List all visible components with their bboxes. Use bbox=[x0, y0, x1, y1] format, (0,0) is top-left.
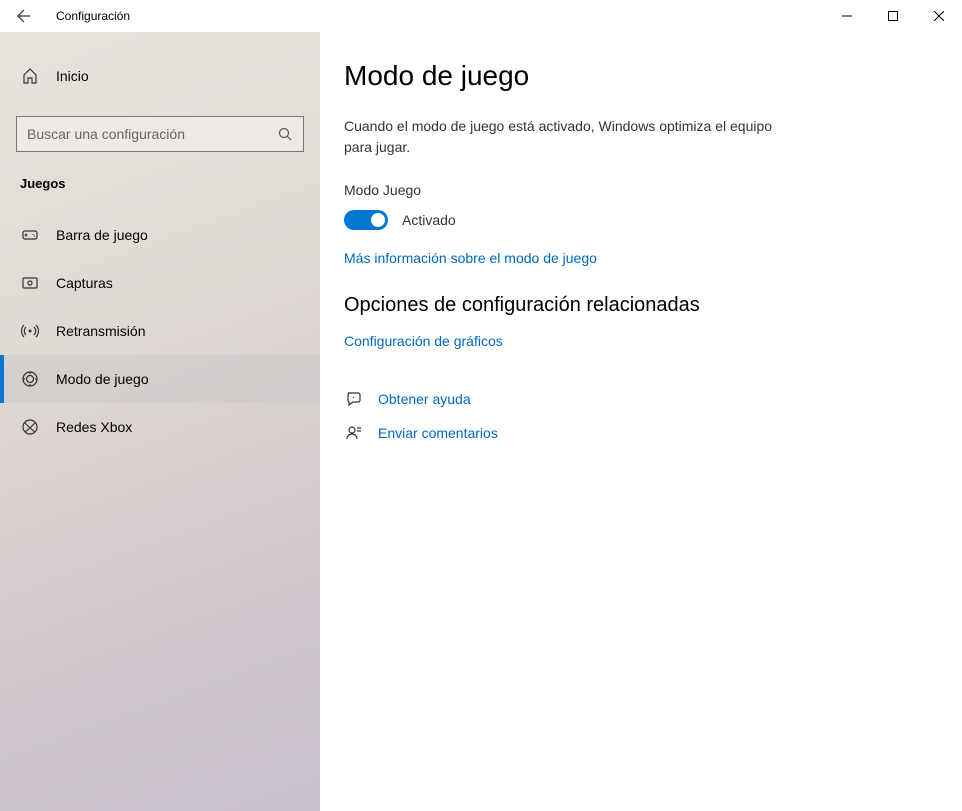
help-icon bbox=[344, 389, 364, 409]
minimize-button[interactable] bbox=[824, 0, 870, 32]
search-icon bbox=[277, 126, 293, 142]
related-heading: Opciones de configuración relacionadas bbox=[344, 294, 922, 317]
sidebar-item-game-bar[interactable]: Barra de juego bbox=[0, 211, 320, 259]
close-button[interactable] bbox=[916, 0, 962, 32]
graphics-settings-link[interactable]: Configuración de gráficos bbox=[344, 333, 922, 349]
learn-more-link[interactable]: Más información sobre el modo de juego bbox=[344, 250, 922, 266]
window-title: Configuración bbox=[56, 9, 130, 23]
sidebar-item-label: Redes Xbox bbox=[56, 419, 132, 435]
sidebar-item-label: Capturas bbox=[56, 275, 113, 291]
home-label: Inicio bbox=[56, 68, 89, 84]
close-icon bbox=[934, 11, 944, 21]
feedback-row: Enviar comentarios bbox=[344, 423, 922, 443]
maximize-icon bbox=[888, 11, 898, 21]
toggle-field-label: Modo Juego bbox=[344, 182, 922, 198]
home-nav[interactable]: Inicio bbox=[0, 56, 320, 96]
sidebar: Inicio Juegos Barra de juego Capturas bbox=[0, 32, 320, 811]
gamemode-icon bbox=[20, 369, 40, 389]
home-icon bbox=[20, 66, 40, 86]
nav-list: Barra de juego Capturas Retransmisión Mo… bbox=[0, 211, 320, 451]
sidebar-item-xbox[interactable]: Redes Xbox bbox=[0, 403, 320, 451]
toggle-state-label: Activado bbox=[402, 212, 456, 228]
toggle-row: Activado bbox=[344, 210, 922, 230]
sidebar-item-captures[interactable]: Capturas bbox=[0, 259, 320, 307]
get-help-row: Obtener ayuda bbox=[344, 389, 922, 409]
page-title: Modo de juego bbox=[344, 60, 922, 92]
sidebar-item-game-mode[interactable]: Modo de juego bbox=[0, 355, 320, 403]
game-mode-toggle[interactable] bbox=[344, 210, 388, 230]
captures-icon bbox=[20, 273, 40, 293]
arrow-left-icon bbox=[16, 8, 32, 24]
search-box[interactable] bbox=[16, 116, 304, 152]
sidebar-item-label: Retransmisión bbox=[56, 323, 145, 339]
search-input[interactable] bbox=[27, 126, 277, 142]
maximize-button[interactable] bbox=[870, 0, 916, 32]
minimize-icon bbox=[842, 11, 852, 21]
main-content: Modo de juego Cuando el modo de juego es… bbox=[320, 32, 962, 811]
xbox-icon bbox=[20, 417, 40, 437]
sidebar-item-label: Modo de juego bbox=[56, 371, 149, 387]
back-button[interactable] bbox=[8, 0, 40, 32]
titlebar: Configuración bbox=[0, 0, 962, 32]
get-help-link[interactable]: Obtener ayuda bbox=[378, 391, 471, 407]
feedback-icon bbox=[344, 423, 364, 443]
category-label: Juegos bbox=[20, 176, 300, 191]
sidebar-item-broadcast[interactable]: Retransmisión bbox=[0, 307, 320, 355]
feedback-link[interactable]: Enviar comentarios bbox=[378, 425, 498, 441]
description-text: Cuando el modo de juego está activado, W… bbox=[344, 116, 774, 158]
broadcast-icon bbox=[20, 321, 40, 341]
gamebar-icon bbox=[20, 225, 40, 245]
sidebar-item-label: Barra de juego bbox=[56, 227, 148, 243]
